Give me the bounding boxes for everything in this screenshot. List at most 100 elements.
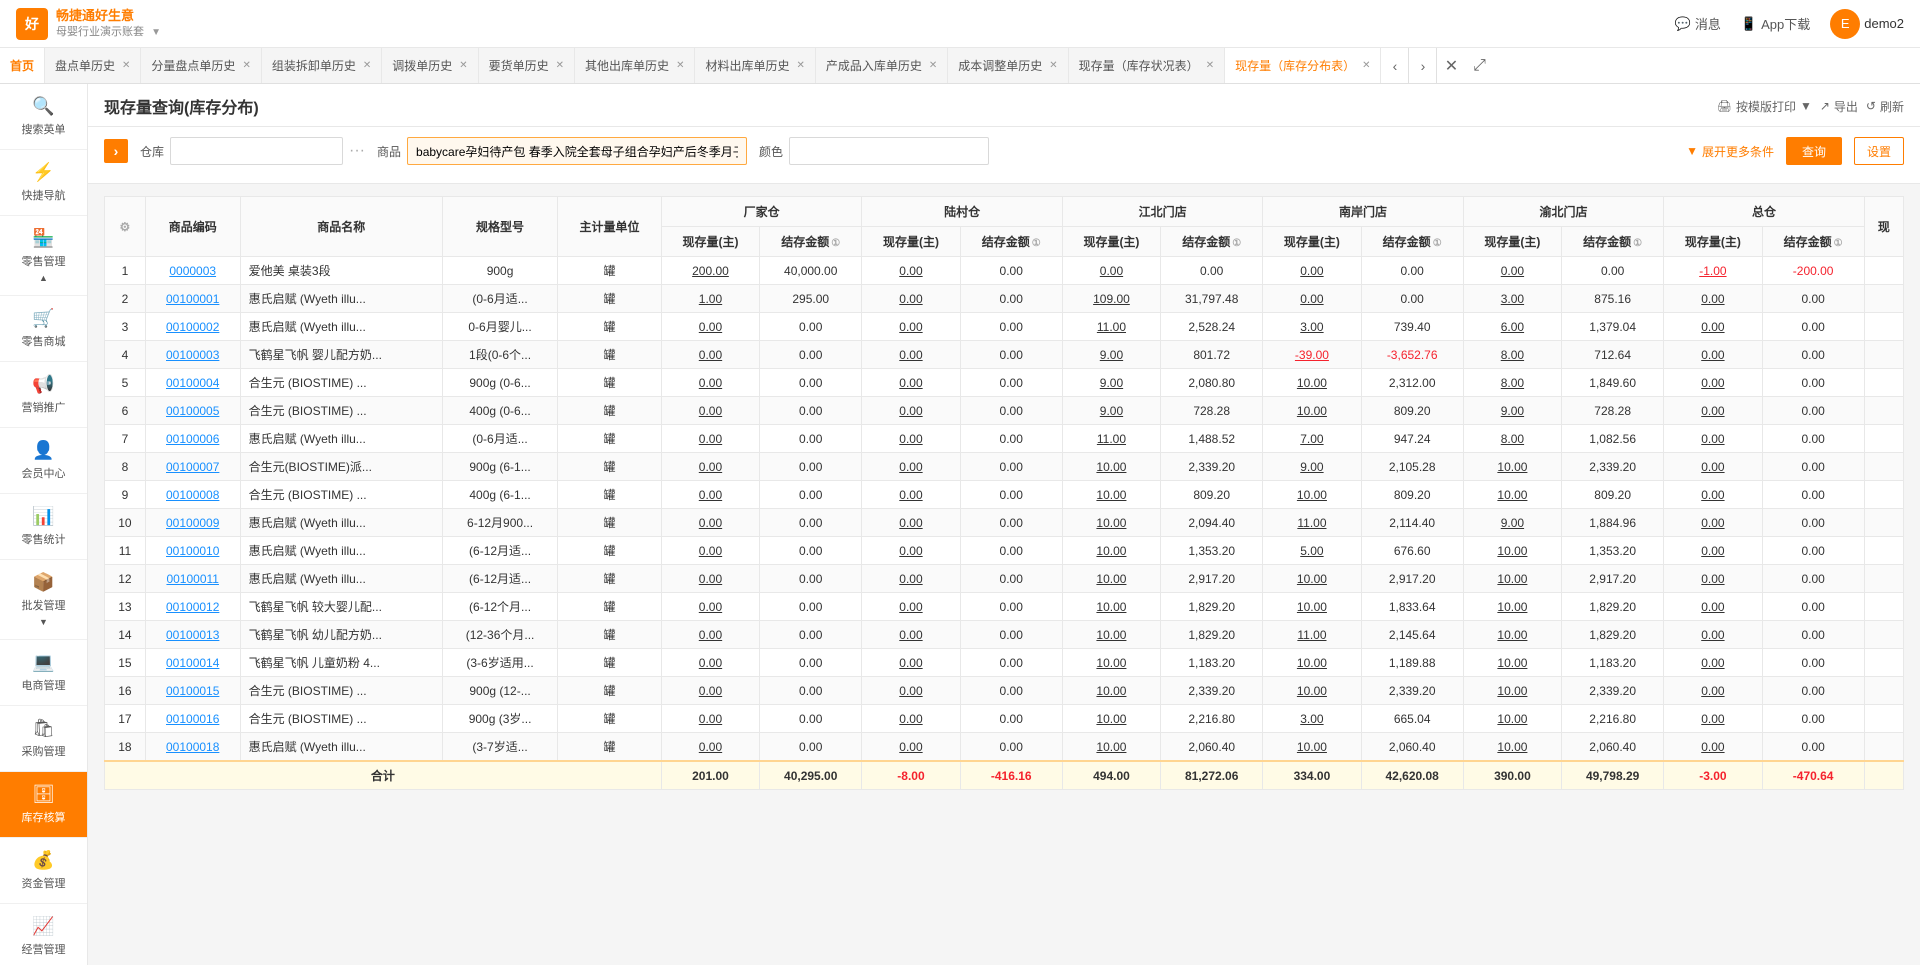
sidebar-item-member[interactable]: 👤 会员中心 — [0, 428, 87, 494]
row-code[interactable]: 00100008 — [145, 481, 240, 509]
gear-icon[interactable]: ⚙ — [120, 220, 131, 234]
row-jiangbei-qty[interactable]: 10.00 — [1062, 481, 1160, 509]
row-lucun-qty[interactable]: 0.00 — [862, 285, 960, 313]
row-nanan-qty[interactable]: 10.00 — [1263, 397, 1361, 425]
row-total-qty[interactable]: 0.00 — [1664, 537, 1762, 565]
row-lucun-qty[interactable]: 0.00 — [862, 649, 960, 677]
row-factory-qty[interactable]: 0.00 — [661, 397, 759, 425]
row-jiangbei-qty[interactable]: 11.00 — [1062, 425, 1160, 453]
row-factory-qty[interactable]: 200.00 — [661, 257, 759, 285]
tab-close-icon[interactable]: ✕ — [459, 60, 467, 71]
row-factory-qty[interactable]: 0.00 — [661, 677, 759, 705]
row-jiangbei-qty[interactable]: 9.00 — [1062, 369, 1160, 397]
row-nanan-qty[interactable]: 10.00 — [1263, 649, 1361, 677]
tab-expand-btn[interactable]: ⤢ — [1465, 48, 1493, 84]
row-nanan-qty[interactable]: 5.00 — [1263, 537, 1361, 565]
row-total-qty[interactable]: 0.00 — [1664, 621, 1762, 649]
sidebar-item-finance[interactable]: 💰 资金管理 — [0, 838, 87, 904]
export-btn[interactable]: ↗ 导出 — [1820, 98, 1858, 115]
dropdown-icon[interactable]: ▼ — [151, 27, 161, 38]
row-total-qty[interactable]: 0.00 — [1664, 453, 1762, 481]
row-jiangbei-qty[interactable]: 11.00 — [1062, 313, 1160, 341]
row-factory-qty[interactable]: 0.00 — [661, 453, 759, 481]
row-factory-qty[interactable]: 0.00 — [661, 621, 759, 649]
row-total-qty[interactable]: 0.00 — [1664, 285, 1762, 313]
row-factory-qty[interactable]: 0.00 — [661, 537, 759, 565]
row-yubei-qty[interactable]: 10.00 — [1463, 733, 1561, 762]
row-nanan-qty[interactable]: 11.00 — [1263, 621, 1361, 649]
row-jiangbei-qty[interactable]: 10.00 — [1062, 733, 1160, 762]
tab-chengben[interactable]: 成本调整单历史 ✕ — [948, 48, 1068, 84]
row-lucun-qty[interactable]: 0.00 — [862, 341, 960, 369]
filter-expand-btn[interactable]: › — [104, 139, 128, 163]
row-yubei-qty[interactable]: 10.00 — [1463, 677, 1561, 705]
row-yubei-qty[interactable]: 6.00 — [1463, 313, 1561, 341]
tab-close-icon[interactable]: ✕ — [242, 60, 250, 71]
row-code[interactable]: 00100011 — [145, 565, 240, 593]
sidebar-item-mall[interactable]: 🛒 零售商城 — [0, 296, 87, 362]
row-jiangbei-qty[interactable]: 10.00 — [1062, 509, 1160, 537]
tab-next-btn[interactable]: › — [1409, 48, 1437, 84]
tab-qita[interactable]: 其他出库单历史 ✕ — [575, 48, 695, 84]
row-code[interactable]: 00100002 — [145, 313, 240, 341]
row-jiangbei-qty[interactable]: 10.00 — [1062, 537, 1160, 565]
row-factory-qty[interactable]: 0.00 — [661, 733, 759, 762]
row-yubei-qty[interactable]: 10.00 — [1463, 453, 1561, 481]
row-yubei-qty[interactable]: 10.00 — [1463, 705, 1561, 733]
row-yubei-qty[interactable]: 10.00 — [1463, 537, 1561, 565]
row-code[interactable]: 00100005 — [145, 397, 240, 425]
col-gear[interactable]: ⚙ — [105, 197, 146, 257]
tab-prev-btn[interactable]: ‹ — [1381, 48, 1409, 84]
row-lucun-qty[interactable]: 0.00 — [862, 705, 960, 733]
row-code[interactable]: 00100006 — [145, 425, 240, 453]
tab-fenpandian[interactable]: 分量盘点单历史 ✕ — [141, 48, 261, 84]
row-total-qty[interactable]: 0.00 — [1664, 593, 1762, 621]
sidebar-item-search[interactable]: 🔍 搜索英单 — [0, 84, 87, 150]
row-jiangbei-qty[interactable]: 10.00 — [1062, 705, 1160, 733]
row-code[interactable]: 00100003 — [145, 341, 240, 369]
row-yubei-qty[interactable]: 8.00 — [1463, 425, 1561, 453]
app-download-btn[interactable]: 📱 App下载 — [1741, 14, 1810, 33]
warehouse-input[interactable] — [170, 137, 343, 165]
row-yubei-qty[interactable]: 10.00 — [1463, 481, 1561, 509]
tab-pandian[interactable]: 盘点单历史 ✕ — [45, 48, 141, 84]
tab-kucun-dist[interactable]: 现存量（库存分布表）✕ — [1225, 48, 1381, 84]
row-lucun-qty[interactable]: 0.00 — [862, 537, 960, 565]
row-total-qty[interactable]: 0.00 — [1664, 509, 1762, 537]
row-yubei-qty[interactable]: 10.00 — [1463, 621, 1561, 649]
tab-close-icon[interactable]: ✕ — [1206, 60, 1214, 71]
row-yubei-qty[interactable]: 8.00 — [1463, 341, 1561, 369]
row-factory-qty[interactable]: 0.00 — [661, 369, 759, 397]
refresh-btn[interactable]: ↺ 刷新 — [1866, 98, 1904, 115]
row-yubei-qty[interactable]: 9.00 — [1463, 397, 1561, 425]
tab-yaohuo[interactable]: 要货单历史 ✕ — [479, 48, 575, 84]
tab-close-icon[interactable]: ✕ — [1362, 60, 1370, 71]
row-lucun-qty[interactable]: 0.00 — [862, 369, 960, 397]
tab-cailiao[interactable]: 材料出库单历史 ✕ — [695, 48, 815, 84]
row-code[interactable]: 00100016 — [145, 705, 240, 733]
row-code[interactable]: 00100014 — [145, 649, 240, 677]
row-total-qty[interactable]: 0.00 — [1664, 425, 1762, 453]
row-total-qty[interactable]: 0.00 — [1664, 397, 1762, 425]
row-yubei-qty[interactable]: 9.00 — [1463, 509, 1561, 537]
row-factory-qty[interactable]: 0.00 — [661, 705, 759, 733]
row-jiangbei-qty[interactable]: 9.00 — [1062, 397, 1160, 425]
row-total-qty[interactable]: 0.00 — [1664, 733, 1762, 762]
user-area[interactable]: E demo2 — [1830, 9, 1904, 39]
sidebar-item-stats[interactable]: 📊 零售统计 — [0, 494, 87, 560]
tab-zuanzhuang[interactable]: 组装拆卸单历史 ✕ — [262, 48, 382, 84]
row-jiangbei-qty[interactable]: 10.00 — [1062, 593, 1160, 621]
row-lucun-qty[interactable]: 0.00 — [862, 481, 960, 509]
row-yubei-qty[interactable]: 10.00 — [1463, 565, 1561, 593]
tab-close-all-btn[interactable]: ✕ — [1437, 48, 1465, 84]
sidebar-item-inventory[interactable]: 🗄 库存核算 — [0, 772, 87, 838]
row-lucun-qty[interactable]: 0.00 — [862, 593, 960, 621]
row-nanan-qty[interactable]: 10.00 — [1263, 733, 1361, 762]
expand-more-btn[interactable]: ▼ 展开更多条件 — [1686, 143, 1774, 160]
row-nanan-qty[interactable]: 10.00 — [1263, 481, 1361, 509]
color-input[interactable] — [789, 137, 989, 165]
tab-kucun-status[interactable]: 现存量（库存状况表）✕ — [1069, 48, 1225, 84]
row-lucun-qty[interactable]: 0.00 — [862, 677, 960, 705]
row-code[interactable]: 00100013 — [145, 621, 240, 649]
row-lucun-qty[interactable]: 0.00 — [862, 509, 960, 537]
